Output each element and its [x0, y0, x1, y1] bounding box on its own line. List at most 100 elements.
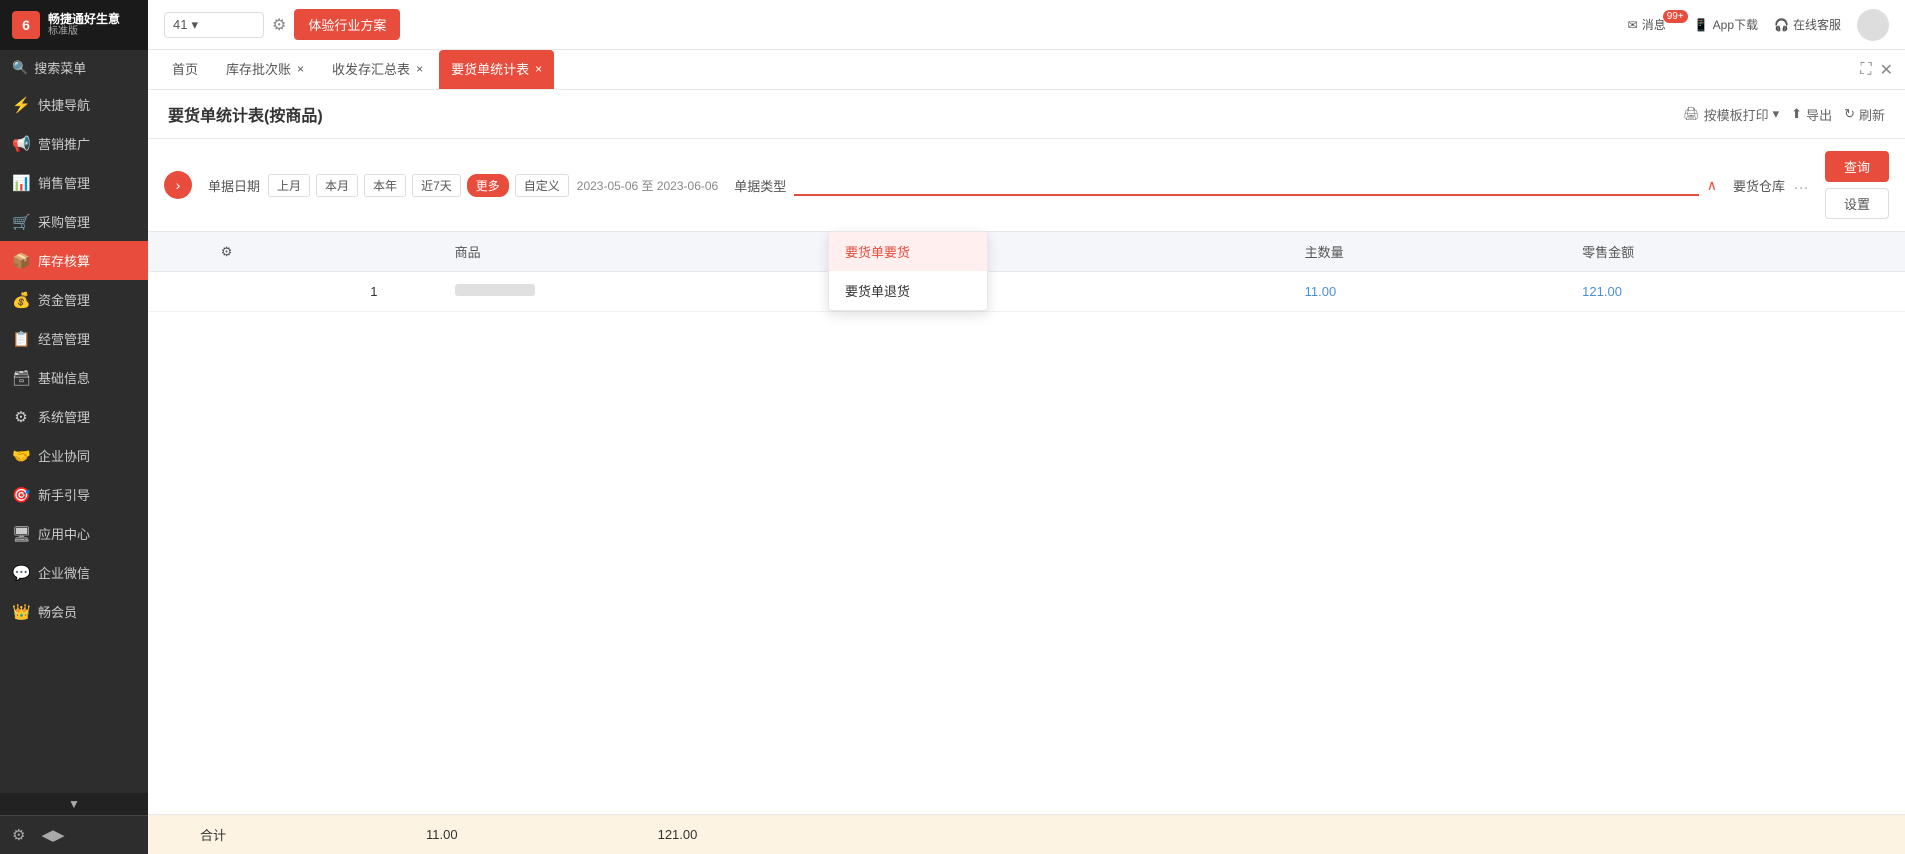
tab-collect-summary[interactable]: 收发存汇总表 × [320, 50, 435, 89]
tabs-bar: 首页 库存批次账 × 收发存汇总表 × 要货单统计表 × ⛶ ✕ [148, 50, 1905, 90]
topbar-settings-icon[interactable]: ⚙ [272, 15, 286, 35]
expand-icon: › [176, 177, 181, 193]
table-footer: 合计 11.00 121.00 [148, 814, 1905, 854]
sidebar-item-guide[interactable]: 🎯 新手引导 [0, 475, 148, 514]
table-body: 1 块 11.00 121.00 [148, 272, 1905, 312]
footer-qty: 11.00 [426, 827, 458, 842]
type-filter-input[interactable] [794, 175, 1698, 196]
sidebar-item-marketing[interactable]: 📢 营销推广 [0, 124, 148, 163]
guide-icon: 🎯 [12, 486, 30, 504]
product-placeholder [455, 284, 535, 296]
sidebar-bottom: ⚙ ◀▶ [0, 815, 148, 854]
app-logo-text: 畅捷通好生意 标准版 [48, 12, 120, 38]
marketing-icon: 📢 [12, 135, 30, 153]
warehouse-filter-label: 要货仓库 [1733, 176, 1785, 195]
sidebar-item-inventory[interactable]: 📦 库存核算 [0, 241, 148, 280]
footer-label: 合计 [160, 825, 226, 844]
filter-expand-button[interactable]: › [164, 171, 192, 199]
tab-request-summary[interactable]: 要货单统计表 × [439, 50, 554, 89]
type-filter-group: 单据类型 ∧ [734, 175, 1717, 196]
type-dropdown: 要货单要货 要货单退货 [828, 231, 988, 311]
warehouse-filter-group: 要货仓库 … [1733, 176, 1809, 195]
date-custom-btn[interactable]: 自定义 [515, 174, 569, 197]
message-item[interactable]: ✉ 消息 99+ [1628, 16, 1678, 33]
appstore-icon: 🖥 [12, 525, 30, 543]
col-header-qty: 主数量 [1293, 232, 1571, 272]
page-title: 要货单统计表(按商品) [168, 102, 323, 138]
settings-icon[interactable]: ⚙ [12, 826, 25, 844]
sidebar-item-enterprise[interactable]: 🤝 企业协同 [0, 436, 148, 475]
filter-action-btns: 查询 设置 [1825, 151, 1889, 219]
trial-industry-button[interactable]: 体验行业方案 [294, 9, 400, 40]
query-button[interactable]: 查询 [1825, 151, 1889, 182]
app-logo-icon: 6 [12, 11, 40, 39]
app-download-item[interactable]: 📱 App下载 [1694, 16, 1758, 33]
col-header-gear[interactable]: ⚙ [148, 232, 305, 272]
sidebar-item-operation[interactable]: 📋 经营管理 [0, 319, 148, 358]
print-chevron-icon: ▾ [1773, 106, 1780, 122]
tab-close-inventory-batch[interactable]: × [297, 62, 304, 76]
user-avatar[interactable] [1857, 9, 1889, 41]
online-service-item[interactable]: 🎧 在线客服 [1774, 16, 1841, 33]
date-btn-this-year[interactable]: 本年 [364, 174, 406, 197]
sidebar: 6 畅捷通好生意 标准版 🔍 搜索菜单 ⚡ 快捷导航 📢 营销推广 📊 销售管理… [0, 0, 148, 854]
sidebar-item-system[interactable]: ⚙ 系统管理 [0, 397, 148, 436]
date-btn-more[interactable]: 更多 [467, 174, 509, 197]
type-filter-chevron-icon[interactable]: ∧ [1707, 177, 1717, 194]
export-icon: ⬆ [1791, 106, 1802, 122]
date-btn-this-month[interactable]: 本月 [316, 174, 358, 197]
finance-icon: 💰 [12, 291, 30, 309]
chevron-down-icon: ▾ [191, 17, 198, 33]
sidebar-search[interactable]: 🔍 搜索菜单 [0, 50, 148, 85]
sidebar-item-purchase[interactable]: 🛒 采购管理 [0, 202, 148, 241]
message-icon: ✉ [1628, 18, 1638, 32]
basic-icon: 🗃 [12, 369, 30, 387]
table-container: ⚙ 商品 主计量单位 主数量 零售金额 1 [148, 232, 1905, 814]
export-button[interactable]: ⬆ 导出 [1791, 105, 1832, 124]
dropdown-item-request-goods[interactable]: 要货单要货 [829, 232, 987, 271]
inventory-icon: 📦 [12, 252, 30, 270]
date-filter-label: 单据日期 [208, 176, 260, 195]
tab-home[interactable]: 首页 [160, 50, 210, 89]
set-button[interactable]: 设置 [1825, 188, 1889, 219]
refresh-button[interactable]: ↻ 刷新 [1844, 105, 1885, 124]
table-settings-icon[interactable]: ⚙ [221, 244, 233, 259]
date-filter-group: 单据日期 上月 本月 本年 近7天 更多 自定义 2023-05-06 至 20… [208, 174, 718, 197]
date-btn-last-7-days[interactable]: 近7天 [412, 174, 461, 197]
member-icon: 👑 [12, 603, 30, 621]
sidebar-item-member[interactable]: 👑 畅会员 [0, 592, 148, 631]
topbar-left: 41 ▾ ⚙ 体验行业方案 [164, 9, 1616, 40]
date-btn-last-month[interactable]: 上月 [268, 174, 310, 197]
warehouse-filter-more-icon[interactable]: … [1793, 176, 1809, 194]
purchase-icon: 🛒 [12, 213, 30, 231]
col-header-amount: 零售金额 [1570, 232, 1905, 272]
tab-inventory-batch[interactable]: 库存批次账 × [214, 50, 316, 89]
row-gear-cell [148, 272, 305, 312]
sidebar-item-sales[interactable]: 📊 销售管理 [0, 163, 148, 202]
sidebar-item-basic[interactable]: 🗃 基础信息 [0, 358, 148, 397]
tab-close-collect-summary[interactable]: × [416, 62, 423, 76]
system-icon: ⚙ [12, 408, 30, 426]
row-index-cell: 1 [305, 272, 443, 312]
col-header-index [305, 232, 443, 272]
dropdown-item-return-goods[interactable]: 要货单退货 [829, 271, 987, 310]
wechat-icon: 💬 [12, 564, 30, 582]
sidebar-scroll-down[interactable]: ▼ [0, 793, 148, 815]
branch-selector[interactable]: 41 ▾ [164, 12, 264, 38]
main-content: 41 ▾ ⚙ 体验行业方案 ✉ 消息 99+ 📱 App下载 🎧 在线客服 [148, 0, 1905, 854]
tab-close-request-summary[interactable]: × [535, 62, 542, 76]
collapse-icon[interactable]: ◀▶ [41, 826, 64, 844]
tab-maximize-icon[interactable]: ⛶ [1860, 61, 1871, 79]
sidebar-item-quick-nav[interactable]: ⚡ 快捷导航 [0, 85, 148, 124]
tab-close-all-icon[interactable]: ✕ [1880, 60, 1893, 80]
sidebar-item-appstore[interactable]: 🖥 应用中心 [0, 514, 148, 553]
tabs-actions: ⛶ ✕ [1860, 60, 1893, 80]
page-header: 要货单统计表(按商品) 🖨 按模板打印 ▾ ⬆ 导出 ↻ 刷新 [148, 90, 1905, 139]
topbar-right: ✉ 消息 99+ 📱 App下载 🎧 在线客服 [1628, 9, 1889, 41]
sidebar-item-finance[interactable]: 💰 资金管理 [0, 280, 148, 319]
topbar: 41 ▾ ⚙ 体验行业方案 ✉ 消息 99+ 📱 App下载 🎧 在线客服 [148, 0, 1905, 50]
print-button[interactable]: 🖨 按模板打印 ▾ [1683, 105, 1779, 124]
footer-amount: 121.00 [658, 827, 698, 842]
filter-bar: › 单据日期 上月 本月 本年 近7天 更多 自定义 2023-05-06 至 … [148, 139, 1905, 232]
sidebar-item-wechat[interactable]: 💬 企业微信 [0, 553, 148, 592]
